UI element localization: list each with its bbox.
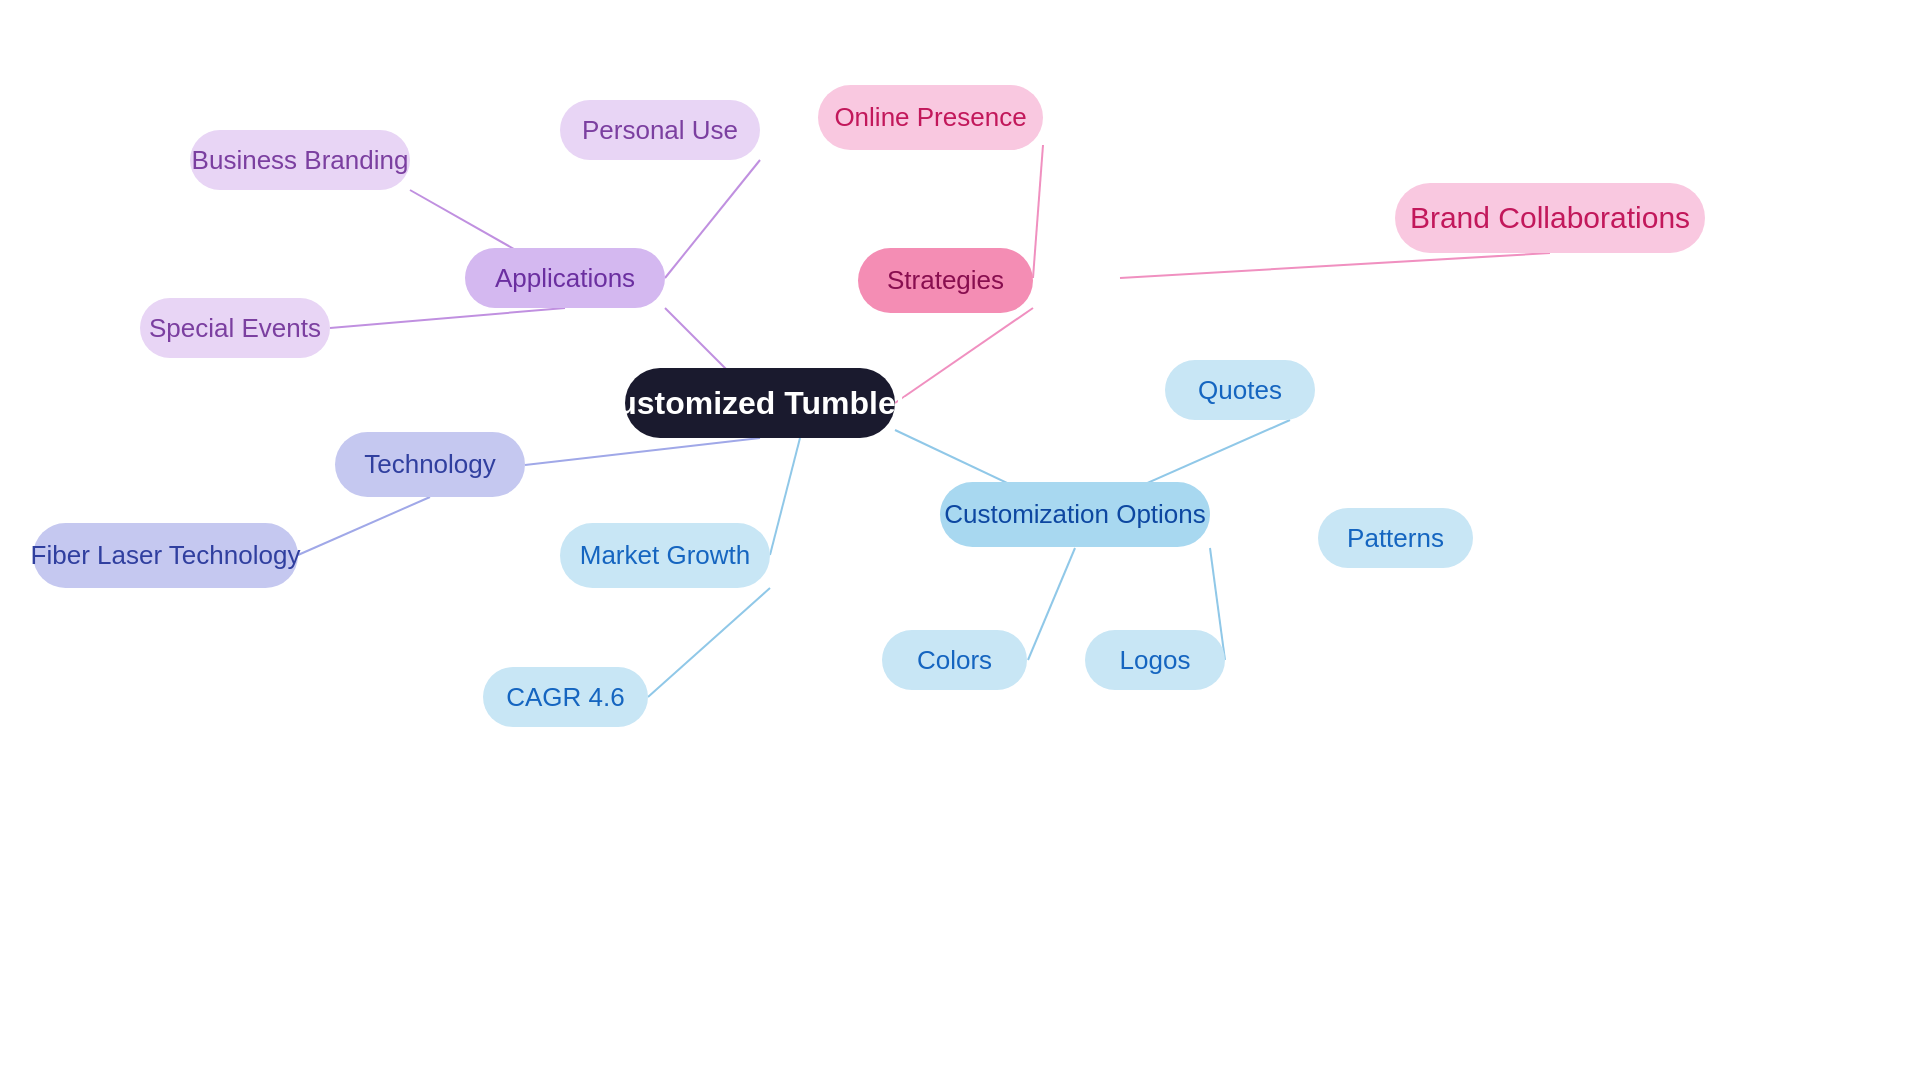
online-presence-node: Online Presence — [818, 85, 1043, 150]
svg-line-5 — [1033, 145, 1043, 278]
svg-line-7 — [525, 438, 760, 465]
brand-collaborations-node: Brand Collaborations — [1395, 183, 1705, 253]
colors-node: Colors — [882, 630, 1027, 690]
svg-line-3 — [330, 308, 565, 328]
svg-line-8 — [298, 497, 430, 555]
svg-line-9 — [770, 438, 800, 555]
market-growth-node: Market Growth — [560, 523, 770, 588]
svg-line-14 — [1028, 548, 1075, 660]
svg-line-6 — [1120, 253, 1550, 278]
quotes-node: Quotes — [1165, 360, 1315, 420]
fiber-laser-node: Fiber Laser Technology — [33, 523, 298, 588]
svg-line-1 — [665, 160, 760, 278]
patterns-node: Patterns — [1318, 508, 1473, 568]
logos-node: Logos — [1085, 630, 1225, 690]
svg-line-10 — [648, 588, 770, 697]
personal-use-node: Personal Use — [560, 100, 760, 160]
strategies-node: Strategies — [858, 248, 1033, 313]
customization-options-node: Customization Options — [940, 482, 1210, 547]
cagr-node: CAGR 4.6 — [483, 667, 648, 727]
technology-node: Technology — [335, 432, 525, 497]
applications-node: Applications — [465, 248, 665, 308]
business-branding-node: Business Branding — [190, 130, 410, 190]
special-events-node: Special Events — [140, 298, 330, 358]
center-node: Customized Tumblers — [625, 368, 895, 438]
